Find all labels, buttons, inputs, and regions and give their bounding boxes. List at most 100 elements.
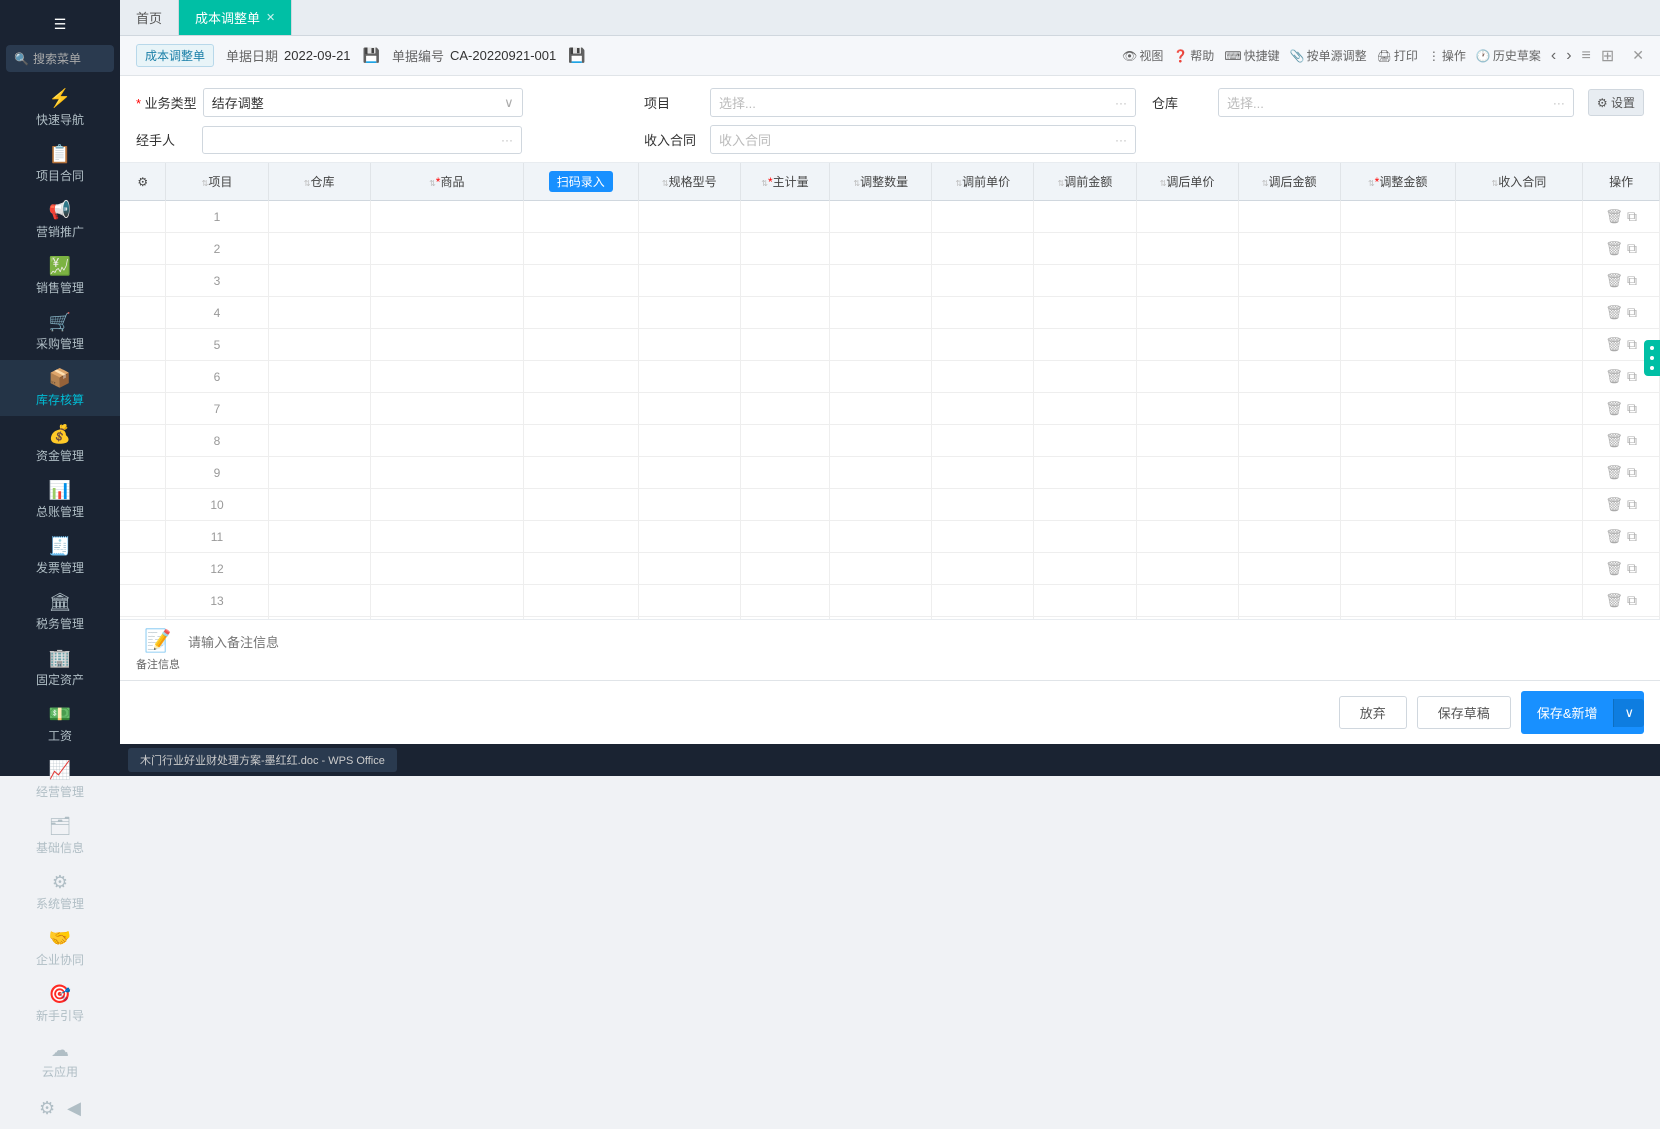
row-amt-after-12[interactable] — [1238, 553, 1340, 585]
row-qty-3[interactable] — [830, 265, 932, 297]
row-product-12[interactable] — [370, 553, 523, 585]
row-spec-13[interactable] — [638, 585, 740, 617]
row-income-2[interactable] — [1455, 233, 1583, 265]
warehouse-dots[interactable]: ··· — [1553, 96, 1565, 110]
scan-input-btn[interactable]: 扫码录入 — [549, 171, 613, 192]
row-delete-icon-2[interactable]: 🗑 — [1605, 240, 1623, 257]
row-delete-icon-7[interactable]: 🗑 — [1605, 400, 1623, 417]
sidebar-item-collab[interactable]: 🤝 企业协同 — [0, 920, 120, 976]
row-spec-12[interactable] — [638, 553, 740, 585]
save-new-button[interactable]: 保存&新增 — [1521, 697, 1614, 728]
notes-input[interactable] — [188, 628, 1644, 666]
row-copy-icon-5[interactable]: ⧉ — [1627, 336, 1637, 353]
row-amt-before-1[interactable] — [1034, 201, 1136, 233]
row-warehouse-3[interactable] — [268, 265, 370, 297]
sidebar-item-inventory[interactable]: 📦 库存核算 — [0, 360, 120, 416]
row-price-after-3[interactable] — [1136, 265, 1238, 297]
row-copy-icon-10[interactable]: ⧉ — [1627, 496, 1637, 513]
row-unit-4[interactable] — [740, 297, 829, 329]
row-qty-11[interactable] — [830, 521, 932, 553]
row-unit-7[interactable] — [740, 393, 829, 425]
sidebar-item-ledger[interactable]: 📊 总账管理 — [0, 472, 120, 528]
row-delete-icon-11[interactable]: 🗑 — [1605, 528, 1623, 545]
row-spec-7[interactable] — [638, 393, 740, 425]
row-product-5[interactable] — [370, 329, 523, 361]
row-product-7[interactable] — [370, 393, 523, 425]
row-amt-after-6[interactable] — [1238, 361, 1340, 393]
row-price-before-10[interactable] — [932, 489, 1034, 521]
sidebar-bottom-row[interactable]: ⚙ ◀ — [0, 1088, 120, 1129]
col-product[interactable]: ⇅*商品 — [370, 163, 523, 201]
row-warehouse-9[interactable] — [268, 457, 370, 489]
row-warehouse-4[interactable] — [268, 297, 370, 329]
row-warehouse-1[interactable] — [268, 201, 370, 233]
row-unit-8[interactable] — [740, 425, 829, 457]
row-warehouse-5[interactable] — [268, 329, 370, 361]
row-spec-1[interactable] — [638, 201, 740, 233]
col-amt-before[interactable]: ⇅调前金额 — [1034, 163, 1136, 201]
save-new-arrow-button[interactable]: ∨ — [1613, 699, 1644, 727]
warehouse-input[interactable]: 选择... ··· — [1218, 88, 1574, 117]
sidebar-item-project[interactable]: 📋 项目合同 — [0, 136, 120, 192]
row-qty-6[interactable] — [830, 361, 932, 393]
row-unit-6[interactable] — [740, 361, 829, 393]
collapse-icon[interactable]: ◀ — [67, 1098, 81, 1119]
row-spec-2[interactable] — [638, 233, 740, 265]
row-qty-1[interactable] — [830, 201, 932, 233]
row-qty-7[interactable] — [830, 393, 932, 425]
row-product-11[interactable] — [370, 521, 523, 553]
row-income-4[interactable] — [1455, 297, 1583, 329]
row-copy-icon-12[interactable]: ⧉ — [1627, 560, 1637, 577]
row-price-after-9[interactable] — [1136, 457, 1238, 489]
row-scan-3[interactable] — [523, 265, 638, 297]
col-spec[interactable]: ⇅规格型号 — [638, 163, 740, 201]
row-qty-4[interactable] — [830, 297, 932, 329]
view-grid-btn[interactable]: ⊞ — [1601, 46, 1614, 66]
col-warehouse[interactable]: ⇅仓库 — [268, 163, 370, 201]
right-ribbon[interactable] — [1644, 340, 1660, 376]
row-scan-4[interactable] — [523, 297, 638, 329]
row-price-before-7[interactable] — [932, 393, 1034, 425]
row-spec-3[interactable] — [638, 265, 740, 297]
row-price-after-7[interactable] — [1136, 393, 1238, 425]
row-adj-amt-8[interactable] — [1340, 425, 1455, 457]
sidebar-item-guide[interactable]: 🎯 新手引导 — [0, 976, 120, 1032]
sidebar-item-purchase[interactable]: 🛒 采购管理 — [0, 304, 120, 360]
row-price-after-12[interactable] — [1136, 553, 1238, 585]
row-amt-after-13[interactable] — [1238, 585, 1340, 617]
row-adj-amt-10[interactable] — [1340, 489, 1455, 521]
row-warehouse-10[interactable] — [268, 489, 370, 521]
row-product-4[interactable] — [370, 297, 523, 329]
row-adj-amt-1[interactable] — [1340, 201, 1455, 233]
row-spec-5[interactable] — [638, 329, 740, 361]
row-copy-icon-1[interactable]: ⧉ — [1627, 208, 1637, 225]
row-price-before-13[interactable] — [932, 585, 1034, 617]
action-source[interactable]: 📎 按单源调整 — [1290, 47, 1367, 64]
row-amt-after-11[interactable] — [1238, 521, 1340, 553]
row-qty-12[interactable] — [830, 553, 932, 585]
sidebar-item-quicknav[interactable]: ⚡ 快速导航 — [0, 80, 120, 136]
row-income-5[interactable] — [1455, 329, 1583, 361]
col-adj-amt[interactable]: ⇅*调整金额 — [1340, 163, 1455, 201]
row-price-after-2[interactable] — [1136, 233, 1238, 265]
row-scan-11[interactable] — [523, 521, 638, 553]
row-adj-amt-13[interactable] — [1340, 585, 1455, 617]
row-income-11[interactable] — [1455, 521, 1583, 553]
row-unit-10[interactable] — [740, 489, 829, 521]
row-price-after-6[interactable] — [1136, 361, 1238, 393]
row-scan-9[interactable] — [523, 457, 638, 489]
row-income-7[interactable] — [1455, 393, 1583, 425]
row-amt-before-2[interactable] — [1034, 233, 1136, 265]
row-income-12[interactable] — [1455, 553, 1583, 585]
row-amt-before-10[interactable] — [1034, 489, 1136, 521]
row-spec-10[interactable] — [638, 489, 740, 521]
col-project[interactable]: ⇅项目 — [166, 163, 268, 201]
row-product-1[interactable] — [370, 201, 523, 233]
taskbar-item[interactable]: 木门行业好业财处理方案-墨红红.doc - WPS Office — [128, 748, 397, 772]
row-adj-amt-2[interactable] — [1340, 233, 1455, 265]
row-amt-after-8[interactable] — [1238, 425, 1340, 457]
row-unit-2[interactable] — [740, 233, 829, 265]
row-unit-13[interactable] — [740, 585, 829, 617]
row-warehouse-6[interactable] — [268, 361, 370, 393]
row-scan-8[interactable] — [523, 425, 638, 457]
